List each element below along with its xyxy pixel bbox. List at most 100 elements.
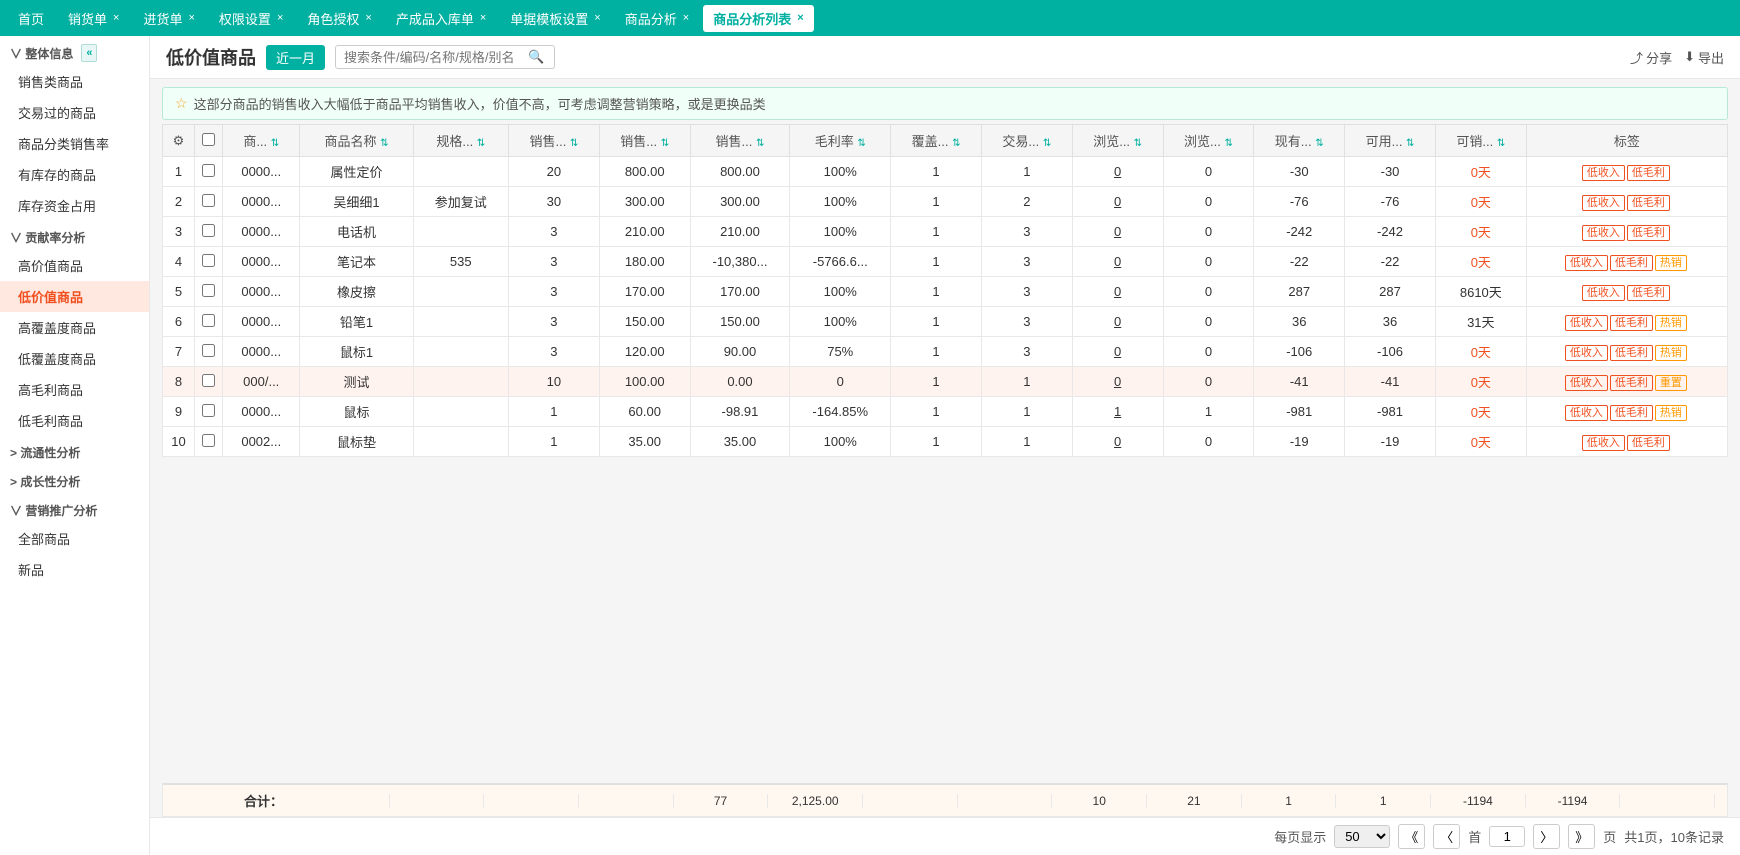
col-checkbox[interactable] [195,125,223,157]
close-icon[interactable]: × [277,12,283,24]
col-sale-qty[interactable]: 销售... ⇅ [509,125,600,157]
sidebar-group-overall[interactable]: ∨ 整体信息 « [0,36,149,66]
col-spec[interactable]: 规格... ⇅ [413,125,508,157]
sidebar-item-traded-goods[interactable]: 交易过的商品 [0,97,149,128]
cell-checkbox[interactable] [195,427,223,457]
cell-checkbox[interactable] [195,187,223,217]
nav-permissions[interactable]: 权限设置 × [209,5,293,32]
row-checkbox[interactable] [202,434,215,447]
nav-sales[interactable]: 销货单 × [58,5,129,32]
close-icon[interactable]: × [797,12,803,24]
collapse-icon[interactable]: « [81,44,97,62]
col-code[interactable]: 商... ⇅ [223,125,300,157]
sidebar-item-high-margin[interactable]: 高毛利商品 [0,374,149,405]
cell-browse1[interactable]: 0 [1072,157,1163,187]
browse-link[interactable]: 1 [1114,404,1121,419]
close-icon[interactable]: × [365,12,371,24]
row-checkbox[interactable] [202,284,215,297]
close-icon[interactable]: × [594,12,600,24]
nav-template-settings[interactable]: 单据模板设置 × [500,5,610,32]
close-icon[interactable]: × [683,12,689,24]
page-size-select[interactable]: 50 100 200 [1334,825,1390,848]
browse-link[interactable]: 0 [1114,164,1121,179]
browse-link[interactable]: 0 [1114,374,1121,389]
sidebar-item-low-coverage[interactable]: 低覆盖度商品 [0,343,149,374]
cell-browse1[interactable]: 0 [1072,307,1163,337]
filter-period-button[interactable]: 近一月 [266,45,325,70]
data-table-container[interactable]: ⚙ 商... ⇅ 商品名称 ⇅ 规格... ⇅ 销售... ⇅ 销售... ⇅ … [162,124,1728,783]
browse-link[interactable]: 0 [1114,284,1121,299]
col-sale-amount1[interactable]: 销售... ⇅ [599,125,690,157]
cell-browse1[interactable]: 0 [1072,247,1163,277]
row-checkbox[interactable] [202,344,215,357]
cell-browse1[interactable]: 0 [1072,337,1163,367]
browse-link[interactable]: 0 [1114,224,1121,239]
browse-link[interactable]: 0 [1114,254,1121,269]
col-coverage[interactable]: 覆盖... ⇅ [891,125,982,157]
sidebar-item-category-rate[interactable]: 商品分类销售率 [0,128,149,159]
cell-checkbox[interactable] [195,157,223,187]
col-browse1[interactable]: 浏览... ⇅ [1072,125,1163,157]
nav-product-analysis-list[interactable]: 商品分析列表 × [703,5,813,32]
sidebar-item-new-goods[interactable]: 新品 [0,554,149,585]
col-trade[interactable]: 交易... ⇅ [981,125,1072,157]
row-checkbox[interactable] [202,254,215,267]
prev-page-button[interactable]: 〈 [1433,824,1460,849]
row-checkbox[interactable] [202,194,215,207]
nav-home[interactable]: 首页 [8,5,54,32]
col-browse2[interactable]: 浏览... ⇅ [1163,125,1254,157]
browse-link[interactable]: 0 [1114,194,1121,209]
sidebar-group-contribution[interactable]: ∨ 贡献率分析 [0,221,149,250]
cell-checkbox[interactable] [195,247,223,277]
page-number-input[interactable] [1489,826,1525,847]
cell-checkbox[interactable] [195,277,223,307]
cell-browse1[interactable]: 0 [1072,277,1163,307]
sidebar-item-low-value[interactable]: 低价值商品 [0,281,149,312]
browse-link[interactable]: 0 [1114,344,1121,359]
col-settings[interactable]: ⚙ [163,125,195,157]
nav-product-entry[interactable]: 产成品入库单 × [386,5,496,32]
sidebar-item-high-coverage[interactable]: 高覆盖度商品 [0,312,149,343]
close-icon[interactable]: × [188,12,194,24]
cell-browse1[interactable]: 0 [1072,367,1163,397]
nav-purchase[interactable]: 进货单 × [133,5,204,32]
sidebar-item-inventory-capital[interactable]: 库存资金占用 [0,190,149,221]
sidebar-item-inventory-goods[interactable]: 有库存的商品 [0,159,149,190]
cell-checkbox[interactable] [195,367,223,397]
select-all-checkbox[interactable] [202,133,215,146]
row-checkbox[interactable] [202,224,215,237]
sidebar-item-low-margin[interactable]: 低毛利商品 [0,405,149,436]
close-icon[interactable]: × [480,12,486,24]
sidebar-group-marketing[interactable]: ∨ 营销推广分析 [0,494,149,523]
col-stock[interactable]: 现有... ⇅ [1254,125,1345,157]
nav-product-analysis[interactable]: 商品分析 × [615,5,699,32]
browse-link[interactable]: 0 [1114,434,1121,449]
col-sale-amount2[interactable]: 销售... ⇅ [690,125,790,157]
nav-role-auth[interactable]: 角色授权 × [297,5,381,32]
sidebar-item-all-goods[interactable]: 全部商品 [0,523,149,554]
row-checkbox[interactable] [202,374,215,387]
cell-checkbox[interactable] [195,217,223,247]
sidebar-item-sales-goods[interactable]: 销售类商品 [0,66,149,97]
col-name[interactable]: 商品名称 ⇅ [300,125,413,157]
cell-browse1[interactable]: 0 [1072,427,1163,457]
browse-link[interactable]: 0 [1114,314,1121,329]
sidebar-group-circulation[interactable]: > 流通性分析 [0,436,149,465]
last-page-button[interactable]: 》 [1568,824,1595,849]
row-checkbox[interactable] [202,314,215,327]
sidebar-group-growth[interactable]: > 成长性分析 [0,465,149,494]
cell-browse1[interactable]: 1 [1072,397,1163,427]
close-icon[interactable]: × [113,12,119,24]
sidebar-item-high-value[interactable]: 高价值商品 [0,250,149,281]
cell-browse1[interactable]: 0 [1072,217,1163,247]
cell-checkbox[interactable] [195,397,223,427]
cell-browse1[interactable]: 0 [1072,187,1163,217]
next-page-button[interactable]: 〉 [1533,824,1560,849]
search-icon[interactable]: 🔍 [528,49,544,65]
first-page-button[interactable]: 《 [1398,824,1425,849]
row-checkbox[interactable] [202,164,215,177]
col-gross-rate[interactable]: 毛利率 ⇅ [790,125,891,157]
cell-checkbox[interactable] [195,337,223,367]
col-saledays[interactable]: 可销... ⇅ [1435,125,1526,157]
export-button[interactable]: ⬇ 导出 [1684,48,1724,67]
